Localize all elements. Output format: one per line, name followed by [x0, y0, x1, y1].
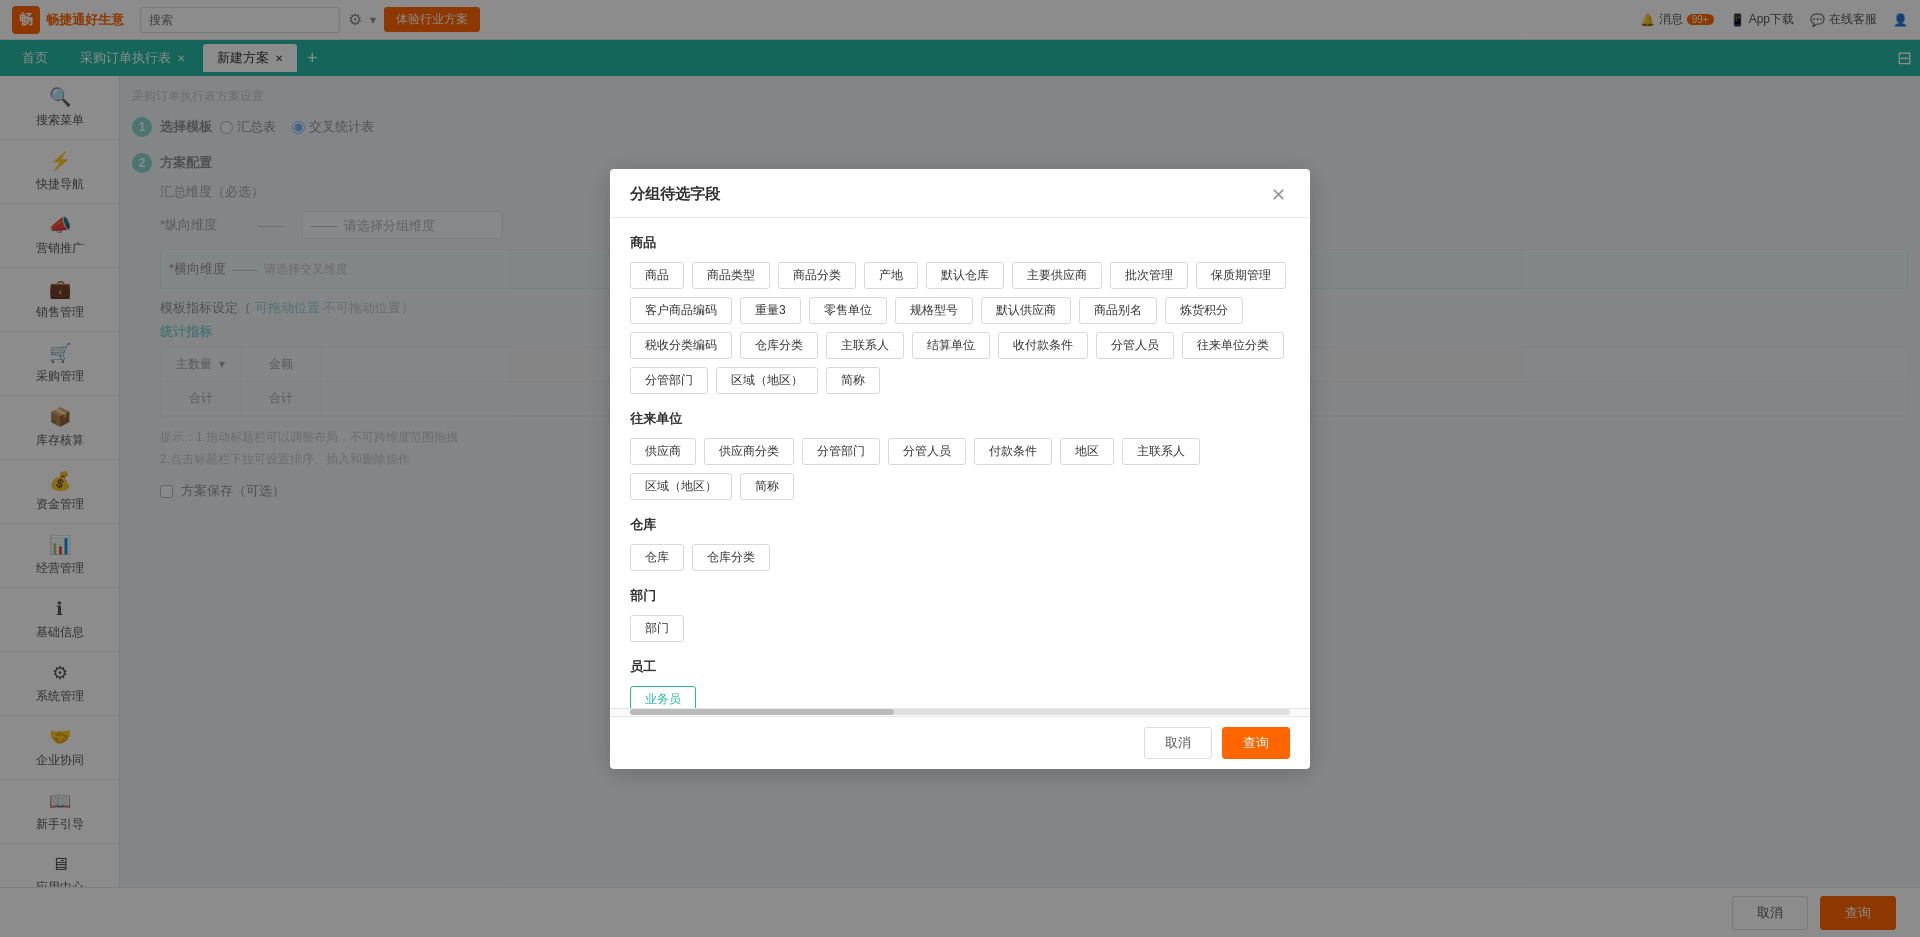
field-tag[interactable]: 商品分类	[778, 262, 856, 289]
field-tag[interactable]: 简称	[740, 473, 794, 500]
field-tag[interactable]: 收付款条件	[998, 332, 1088, 359]
field-tag[interactable]: 往来单位分类	[1182, 332, 1284, 359]
modal-close-button[interactable]: ✕	[1266, 183, 1290, 207]
field-tag[interactable]: 产地	[864, 262, 918, 289]
section-warehouse-tags: 仓库 仓库分类	[630, 544, 1290, 571]
field-tag[interactable]: 区域（地区）	[630, 473, 732, 500]
field-tag[interactable]: 主要供应商	[1012, 262, 1102, 289]
field-tag[interactable]: 部门	[630, 615, 684, 642]
section-department: 部门 部门	[630, 587, 1290, 642]
field-tag[interactable]: 区域（地区）	[716, 367, 818, 394]
field-tag[interactable]: 地区	[1060, 438, 1114, 465]
modal-title: 分组待选字段	[630, 185, 720, 204]
field-tag[interactable]: 商品	[630, 262, 684, 289]
field-tag[interactable]: 客户商品编码	[630, 297, 732, 324]
section-product-tags: 商品 商品类型 商品分类 产地 默认仓库 主要供应商 批次管理 保质期管理 客户…	[630, 262, 1290, 394]
modal-overlay: 分组待选字段 ✕ 商品 商品 商品类型 商品分类 产地 默认仓库 主要供应商 批…	[0, 0, 1920, 937]
field-tag[interactable]: 保质期管理	[1196, 262, 1286, 289]
field-tag[interactable]: 默认仓库	[926, 262, 1004, 289]
field-tag[interactable]: 付款条件	[974, 438, 1052, 465]
field-tag[interactable]: 分管部门	[630, 367, 708, 394]
section-counterpart-title: 往来单位	[630, 410, 1290, 428]
section-warehouse: 仓库 仓库 仓库分类	[630, 516, 1290, 571]
section-department-tags: 部门	[630, 615, 1290, 642]
section-counterpart: 往来单位 供应商 供应商分类 分管部门 分管人员 付款条件 地区 主联系人 区域…	[630, 410, 1290, 500]
field-tag[interactable]: 仓库	[630, 544, 684, 571]
field-tag[interactable]: 炼货积分	[1165, 297, 1243, 324]
section-product-title: 商品	[630, 234, 1290, 252]
modal-hscroll-thumb[interactable]	[630, 709, 894, 715]
modal-confirm-button[interactable]: 查询	[1222, 727, 1290, 759]
modal-cancel-button[interactable]: 取消	[1144, 727, 1212, 759]
field-tag[interactable]: 分管部门	[802, 438, 880, 465]
field-tag[interactable]: 结算单位	[912, 332, 990, 359]
field-tag[interactable]: 商品类型	[692, 262, 770, 289]
field-tag[interactable]: 仓库分类	[692, 544, 770, 571]
modal-body: 商品 商品 商品类型 商品分类 产地 默认仓库 主要供应商 批次管理 保质期管理…	[610, 218, 1310, 708]
section-warehouse-title: 仓库	[630, 516, 1290, 534]
modal-dialog: 分组待选字段 ✕ 商品 商品 商品类型 商品分类 产地 默认仓库 主要供应商 批…	[610, 169, 1310, 769]
field-tag[interactable]: 分管人员	[1096, 332, 1174, 359]
modal-hscroll-track[interactable]	[630, 709, 1290, 715]
field-tag[interactable]: 仓库分类	[740, 332, 818, 359]
modal-header: 分组待选字段 ✕	[610, 169, 1310, 218]
field-tag[interactable]: 分管人员	[888, 438, 966, 465]
field-tag[interactable]: 供应商分类	[704, 438, 794, 465]
modal-footer: 取消 查询	[610, 716, 1310, 769]
field-tag[interactable]: 简称	[826, 367, 880, 394]
field-tag[interactable]: 供应商	[630, 438, 696, 465]
section-employee-tags: 业务员	[630, 686, 1290, 708]
field-tag[interactable]: 批次管理	[1110, 262, 1188, 289]
section-product: 商品 商品 商品类型 商品分类 产地 默认仓库 主要供应商 批次管理 保质期管理…	[630, 234, 1290, 394]
field-tag[interactable]: 税收分类编码	[630, 332, 732, 359]
field-tag[interactable]: 商品别名	[1079, 297, 1157, 324]
field-tag[interactable]: 主联系人	[826, 332, 904, 359]
field-tag[interactable]: 默认供应商	[981, 297, 1071, 324]
modal-horizontal-scrollbar[interactable]	[610, 708, 1310, 716]
field-tag[interactable]: 规格型号	[895, 297, 973, 324]
field-tag[interactable]: 零售单位	[809, 297, 887, 324]
section-employee: 员工 业务员	[630, 658, 1290, 708]
section-employee-title: 员工	[630, 658, 1290, 676]
field-tag[interactable]: 主联系人	[1122, 438, 1200, 465]
field-tag[interactable]: 业务员	[630, 686, 696, 708]
section-counterpart-tags: 供应商 供应商分类 分管部门 分管人员 付款条件 地区 主联系人 区域（地区） …	[630, 438, 1290, 500]
field-tag[interactable]: 重量3	[740, 297, 801, 324]
section-department-title: 部门	[630, 587, 1290, 605]
